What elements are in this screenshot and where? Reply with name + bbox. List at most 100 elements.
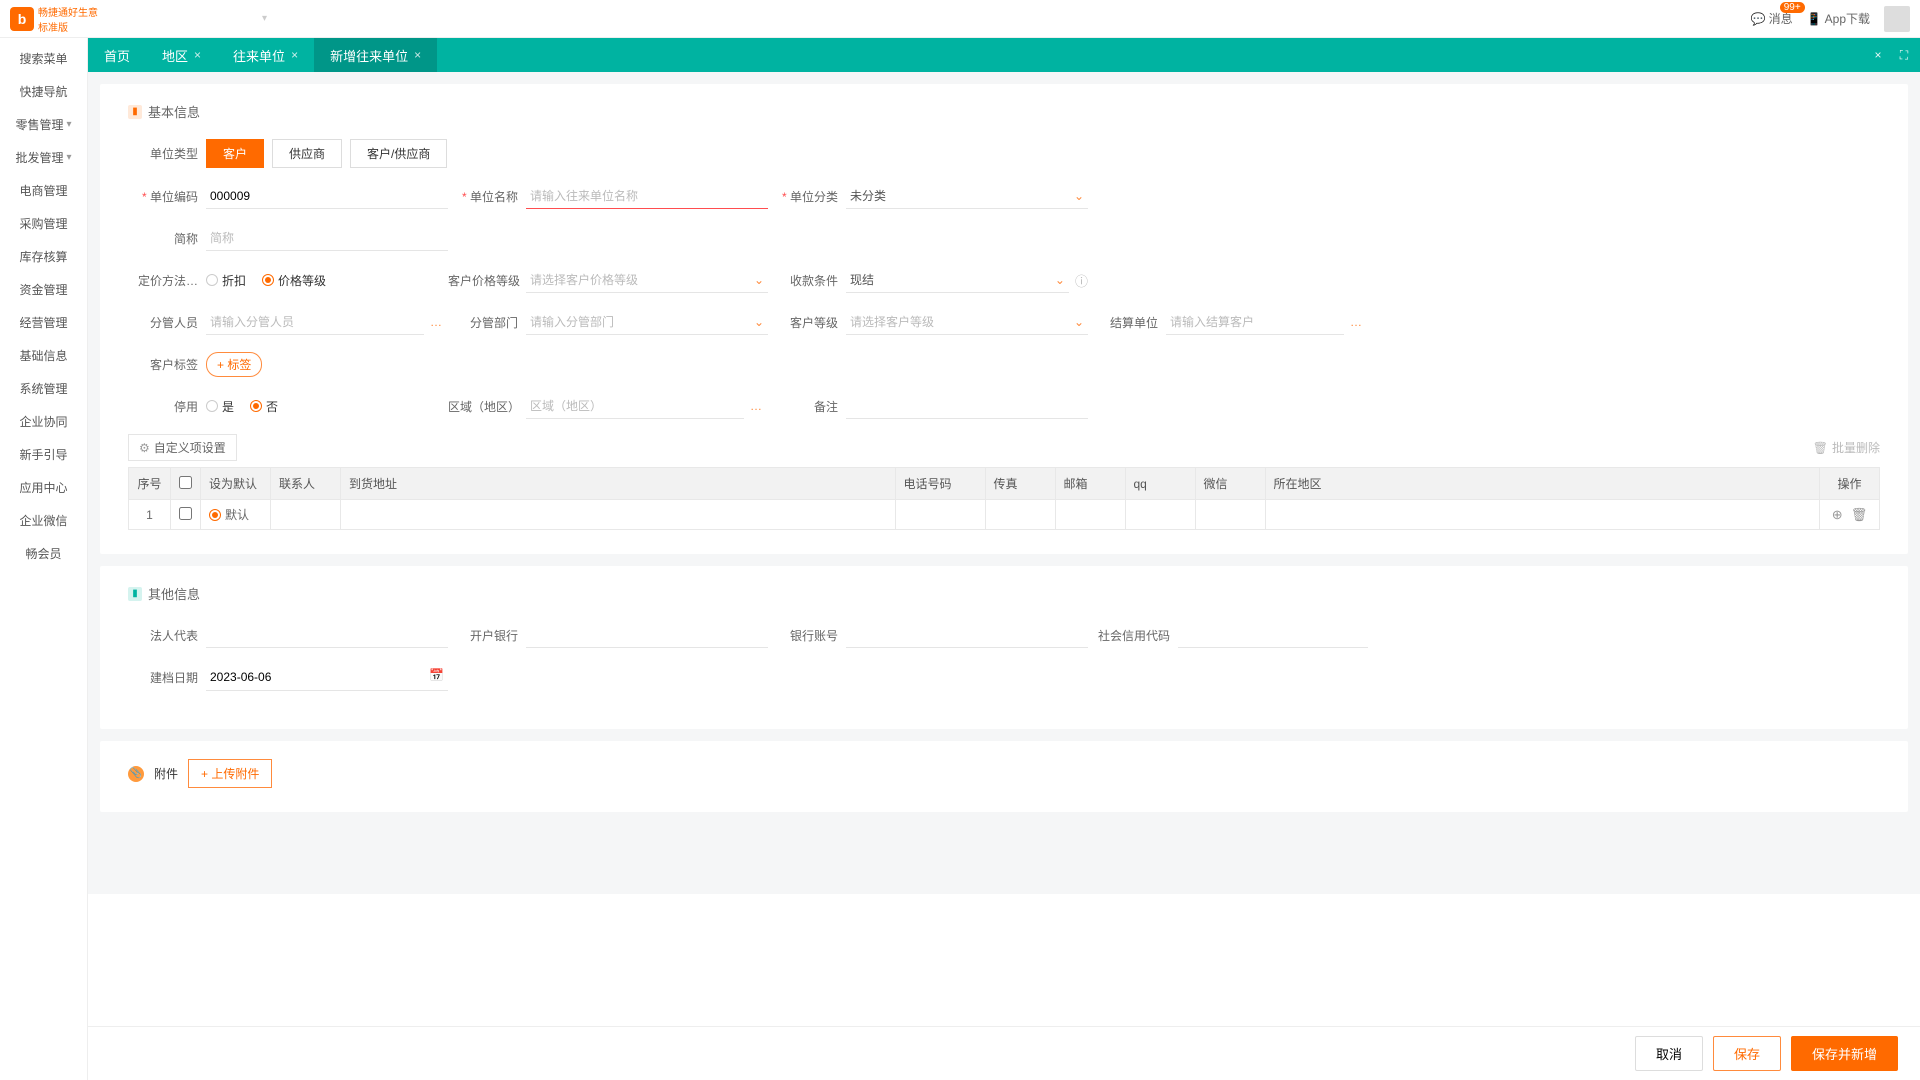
seg-supplier[interactable]: 供应商 xyxy=(272,139,342,168)
cust-level-label: 客户等级 xyxy=(768,314,846,331)
account-input[interactable] xyxy=(846,622,1088,648)
tab-contacts[interactable]: 往来单位× xyxy=(217,38,314,72)
gear-icon: ⚙ xyxy=(139,441,150,455)
pay-cond-select[interactable]: 现结 ⌄ xyxy=(846,267,1069,293)
mgr-label: 分管人员 xyxy=(128,314,206,331)
avatar[interactable] xyxy=(1884,6,1910,32)
logo-icon: b xyxy=(10,7,34,31)
basic-info-title: 基本信息 xyxy=(148,102,200,121)
dept-select[interactable]: 请输入分管部门 ⌄ xyxy=(526,309,768,335)
radio-stop-no[interactable]: 否 xyxy=(250,398,278,415)
price-level-select[interactable]: 请选择客户价格等级 ⌄ xyxy=(526,267,768,293)
cell-phone[interactable] xyxy=(895,500,985,530)
tab-region[interactable]: 地区× xyxy=(146,38,217,72)
message-button[interactable]: 💬 消息 99+ xyxy=(1751,10,1793,27)
batch-delete-button[interactable]: 🗑 批量删除 xyxy=(1813,434,1880,461)
row-checkbox[interactable] xyxy=(179,507,192,520)
cell-wechat[interactable] xyxy=(1195,500,1265,530)
sidebar-item-search[interactable]: 搜索菜单 xyxy=(0,42,87,75)
sidebar-item-retail[interactable]: 零售管理▾ xyxy=(0,108,87,141)
sidebar-item-purchase[interactable]: 采购管理 xyxy=(0,207,87,240)
unit-cat-select[interactable]: 未分类 ⌄ xyxy=(846,183,1088,209)
tab-new-contact[interactable]: 新增往来单位× xyxy=(314,38,437,72)
credit-input[interactable] xyxy=(1178,622,1368,648)
unit-type-label: 单位类型 xyxy=(128,145,206,162)
other-info-panel: ▮ 其他信息 法人代表 开户银行 银行账号 社会信用代码 建档日期 xyxy=(100,566,1908,729)
pay-cond-label: 收款条件 xyxy=(768,272,846,289)
calendar-icon[interactable]: 📅 xyxy=(429,668,444,682)
date-input[interactable] xyxy=(206,664,369,690)
add-row-icon[interactable]: ⊕ xyxy=(1832,507,1843,523)
sidebar-item-member[interactable]: 畅会员 xyxy=(0,537,87,570)
close-icon[interactable]: × xyxy=(414,48,421,62)
close-icon[interactable]: × xyxy=(194,48,201,62)
bank-label: 开户银行 xyxy=(448,627,526,644)
tab-home[interactable]: 首页 xyxy=(88,38,146,72)
contacts-table: 序号 设为默认 联系人 到货地址 电话号码 传真 邮箱 qq 微信 所在地区 操… xyxy=(128,467,1880,530)
save-button[interactable]: 保存 xyxy=(1713,1036,1781,1071)
sidebar-item-business[interactable]: 经营管理 xyxy=(0,306,87,339)
close-icon[interactable]: × xyxy=(291,48,298,62)
logo-text: 畅捷通好生意 xyxy=(38,4,98,19)
settle-label: 结算单位 xyxy=(1088,314,1166,331)
settle-input[interactable] xyxy=(1166,309,1344,335)
unit-code-input[interactable] xyxy=(206,183,448,209)
cell-address[interactable] xyxy=(341,500,896,530)
delete-row-icon[interactable]: 🗑 xyxy=(1851,507,1868,523)
seg-both[interactable]: 客户/供应商 xyxy=(350,139,447,168)
sidebar-item-collab[interactable]: 企业协同 xyxy=(0,405,87,438)
sidebar-item-quicknav[interactable]: 快捷导航 xyxy=(0,75,87,108)
cell-email[interactable] xyxy=(1055,500,1125,530)
check-all[interactable] xyxy=(179,476,192,489)
sidebar-item-guide[interactable]: 新手引导 xyxy=(0,438,87,471)
sidebar-item-apps[interactable]: 应用中心 xyxy=(0,471,87,504)
th-default: 设为默认 xyxy=(201,468,271,500)
more-icon[interactable]: … xyxy=(424,315,448,329)
radio-stop-yes[interactable]: 是 xyxy=(206,398,234,415)
sidebar-item-wechat[interactable]: 企业微信 xyxy=(0,504,87,537)
sidebar-item-wholesale[interactable]: 批发管理▾ xyxy=(0,141,87,174)
cell-default[interactable]: 默认 xyxy=(201,500,271,530)
th-address: 到货地址 xyxy=(341,468,896,500)
region-input[interactable] xyxy=(526,393,744,419)
upload-button[interactable]: + 上传附件 xyxy=(188,759,272,788)
legal-input[interactable] xyxy=(206,622,448,648)
th-email: 邮箱 xyxy=(1055,468,1125,500)
mgr-input[interactable] xyxy=(206,309,424,335)
chevron-down-icon: ⌄ xyxy=(1055,273,1065,287)
tab-close-all-icon[interactable]: × xyxy=(1870,47,1886,63)
radio-pricelevel[interactable]: 价格等级 xyxy=(262,272,326,289)
other-info-header: ▮ 其他信息 xyxy=(128,584,1880,603)
seg-customer[interactable]: 客户 xyxy=(206,139,264,168)
download-button[interactable]: 📱 App下载 xyxy=(1807,10,1870,27)
region-label: 区域（地区） xyxy=(448,398,526,415)
add-tag-button[interactable]: + 标签 xyxy=(206,352,262,377)
cell-fax[interactable] xyxy=(985,500,1055,530)
chevron-down-icon: ⌄ xyxy=(754,273,764,287)
remark-input[interactable] xyxy=(846,393,1088,419)
sidebar-item-inventory[interactable]: 库存核算 xyxy=(0,240,87,273)
cancel-button[interactable]: 取消 xyxy=(1635,1036,1703,1071)
unit-cat-label: 单位分类 xyxy=(768,188,846,205)
sidebar-item-funds[interactable]: 资金管理 xyxy=(0,273,87,306)
more-icon[interactable]: … xyxy=(744,399,768,413)
radio-discount[interactable]: 折扣 xyxy=(206,272,246,289)
custom-settings-button[interactable]: ⚙ 自定义项设置 xyxy=(128,434,237,461)
short-input[interactable] xyxy=(206,225,448,251)
unit-name-input[interactable] xyxy=(526,183,768,209)
fullscreen-icon[interactable]: ⛶ xyxy=(1896,47,1912,63)
bank-input[interactable] xyxy=(526,622,768,648)
cell-qq[interactable] xyxy=(1125,500,1195,530)
cust-level-select[interactable]: 请选择客户等级 ⌄ xyxy=(846,309,1088,335)
cell-contact[interactable] xyxy=(271,500,341,530)
sidebar-item-ecom[interactable]: 电商管理 xyxy=(0,174,87,207)
sidebar-item-system[interactable]: 系统管理 xyxy=(0,372,87,405)
credit-label: 社会信用代码 xyxy=(1088,627,1178,644)
chevron-down-icon: ▾ xyxy=(66,119,71,130)
save-and-new-button[interactable]: 保存并新增 xyxy=(1791,1036,1898,1071)
help-icon[interactable]: ⓘ xyxy=(1075,271,1088,290)
cell-region[interactable] xyxy=(1265,500,1820,530)
sidebar-item-basicinfo[interactable]: 基础信息 xyxy=(0,339,87,372)
more-icon[interactable]: … xyxy=(1344,315,1368,329)
org-dropdown-icon[interactable]: ▾ xyxy=(262,13,267,24)
